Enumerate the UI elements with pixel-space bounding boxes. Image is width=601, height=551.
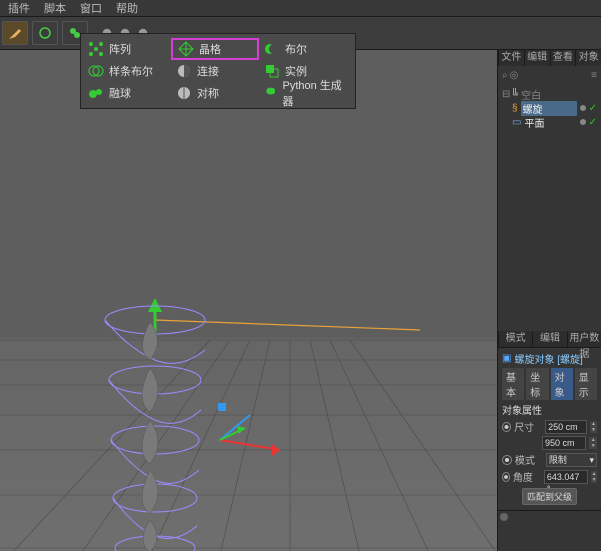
attr-tab-coord[interactable]: 坐标: [526, 368, 548, 400]
size-y-spinner[interactable]: ▲▼: [589, 437, 597, 449]
mode-select[interactable]: 限制▾: [546, 453, 597, 467]
tab-object[interactable]: 对象: [575, 50, 601, 66]
viewport-scene: [0, 50, 497, 551]
size-y-input[interactable]: 950 cm: [542, 436, 586, 450]
top-menubar: 插件 脚本 窗口 帮助: [0, 0, 601, 17]
eye-icon[interactable]: ◎: [510, 70, 519, 81]
collapse-icon[interactable]: ⊟: [502, 89, 508, 100]
attr-section-label: 对象属性: [502, 402, 597, 417]
size-x-input[interactable]: 250 cm: [545, 420, 587, 434]
generator-popup: 阵列 晶格 布尔 样条布尔 连接 实例 融球 对称 Python 生成器: [80, 33, 356, 109]
vis-dot-icon[interactable]: [580, 119, 586, 125]
attr-row-size: 尺寸 250 cm ▲▼: [502, 419, 597, 434]
attr-title: ▣ 螺旋对象 [螺旋]: [502, 351, 597, 366]
radio-icon[interactable]: [502, 472, 510, 482]
metaball-icon: [87, 84, 105, 102]
axis-x-icon: [220, 440, 280, 456]
search-icon[interactable]: ⌕: [502, 70, 508, 81]
filter-icon[interactable]: ≡: [591, 70, 597, 81]
null-icon: ╚: [511, 89, 518, 100]
object-manager-tabs: 文件 编辑 查看 对象: [498, 50, 601, 66]
attr-row-size2: 950 cm ▲▼: [502, 436, 597, 450]
popup-python[interactable]: Python 生成器: [259, 82, 347, 104]
popup-connect[interactable]: 连接: [171, 60, 259, 82]
lattice-icon: [177, 40, 195, 58]
helix-surface: [142, 322, 158, 551]
material-slot-area[interactable]: [498, 510, 601, 551]
chevron-down-icon: ▾: [589, 454, 594, 466]
axis-y2-icon: [220, 426, 245, 440]
radio-icon[interactable]: [502, 455, 512, 465]
attr-tab-display[interactable]: 显示: [575, 368, 597, 400]
attr-row-mode: 模式 限制▾: [502, 452, 597, 467]
menu-scripts[interactable]: 脚本: [44, 0, 66, 16]
attr-tab-object[interactable]: 对象: [551, 368, 573, 400]
popup-bool[interactable]: 布尔: [259, 38, 347, 60]
tree-item-plane[interactable]: ▭ 平面 ✓: [502, 115, 597, 129]
attr-row-button: 匹配到父级: [502, 488, 597, 505]
material-dot-icon: [500, 513, 508, 521]
tree-root[interactable]: ⊟ ╚ 空白: [502, 87, 597, 101]
vis-dot-icon[interactable]: [580, 105, 586, 111]
popup-metaball[interactable]: 融球: [83, 82, 171, 104]
tab-file[interactable]: 文件: [498, 50, 524, 66]
tool-pen-icon[interactable]: [2, 21, 28, 45]
axis-z-icon: [218, 403, 250, 440]
menu-help[interactable]: 帮助: [116, 0, 138, 16]
angle-input[interactable]: 643.047 °: [544, 470, 588, 484]
helix-icon: §: [512, 103, 518, 114]
tab-edit2[interactable]: 编辑: [532, 331, 566, 347]
attr-sub-tabs: 基本 坐标 对象 显示: [502, 368, 597, 400]
bool-icon: [263, 40, 281, 58]
attr-row-angle: 角度 643.047 ° ▲▼: [502, 469, 597, 484]
connect-icon: [175, 62, 193, 80]
fit-parent-button[interactable]: 匹配到父级: [522, 488, 577, 505]
array-icon: [87, 40, 105, 58]
popup-symmetry[interactable]: 对称: [171, 82, 259, 104]
tab-edit[interactable]: 编辑: [524, 50, 550, 66]
tab-userdata[interactable]: 用户数据: [567, 331, 601, 347]
tree-item-helix[interactable]: § 螺旋 ✓: [502, 101, 597, 115]
plane-icon: ▭: [512, 117, 521, 128]
size-x-spinner[interactable]: ▲▼: [590, 421, 597, 433]
tab-view[interactable]: 查看: [550, 50, 576, 66]
attribute-manager: ▣ 螺旋对象 [螺旋] 基本 坐标 对象 显示 对象属性 尺寸 250 cm ▲…: [498, 347, 601, 510]
object-manager-mini-toolbar: ⌕ ◎ ≡: [498, 66, 601, 84]
tool-primitive-icon[interactable]: [32, 21, 58, 45]
symmetry-icon: [175, 84, 193, 102]
splinebool-icon: [87, 62, 105, 80]
menu-plugins[interactable]: 插件: [8, 0, 30, 16]
instance-icon: [263, 62, 281, 80]
tab-mode[interactable]: 模式: [498, 331, 532, 347]
cube-icon: ▣: [502, 353, 511, 364]
python-icon: [263, 84, 278, 102]
object-tree[interactable]: ⊟ ╚ 空白 § 螺旋 ✓ ▭ 平面 ✓: [498, 84, 601, 132]
angle-spinner[interactable]: ▲▼: [591, 471, 597, 483]
popup-lattice[interactable]: 晶格: [171, 38, 259, 60]
radio-icon[interactable]: [502, 422, 511, 432]
attr-tab-basic[interactable]: 基本: [502, 368, 524, 400]
right-panel: 文件 编辑 查看 对象 ⌕ ◎ ≡ ⊟ ╚ 空白 § 螺旋 ✓ ▭: [497, 50, 601, 551]
popup-array[interactable]: 阵列: [83, 38, 171, 60]
popup-splinebool[interactable]: 样条布尔: [83, 60, 171, 82]
enable-check-icon[interactable]: ✓: [589, 117, 597, 128]
attr-tabs-top: 模式 编辑 用户数据: [498, 331, 601, 347]
enable-check-icon[interactable]: ✓: [589, 103, 597, 114]
menu-window[interactable]: 窗口: [80, 0, 102, 16]
3d-viewport[interactable]: [0, 50, 497, 551]
